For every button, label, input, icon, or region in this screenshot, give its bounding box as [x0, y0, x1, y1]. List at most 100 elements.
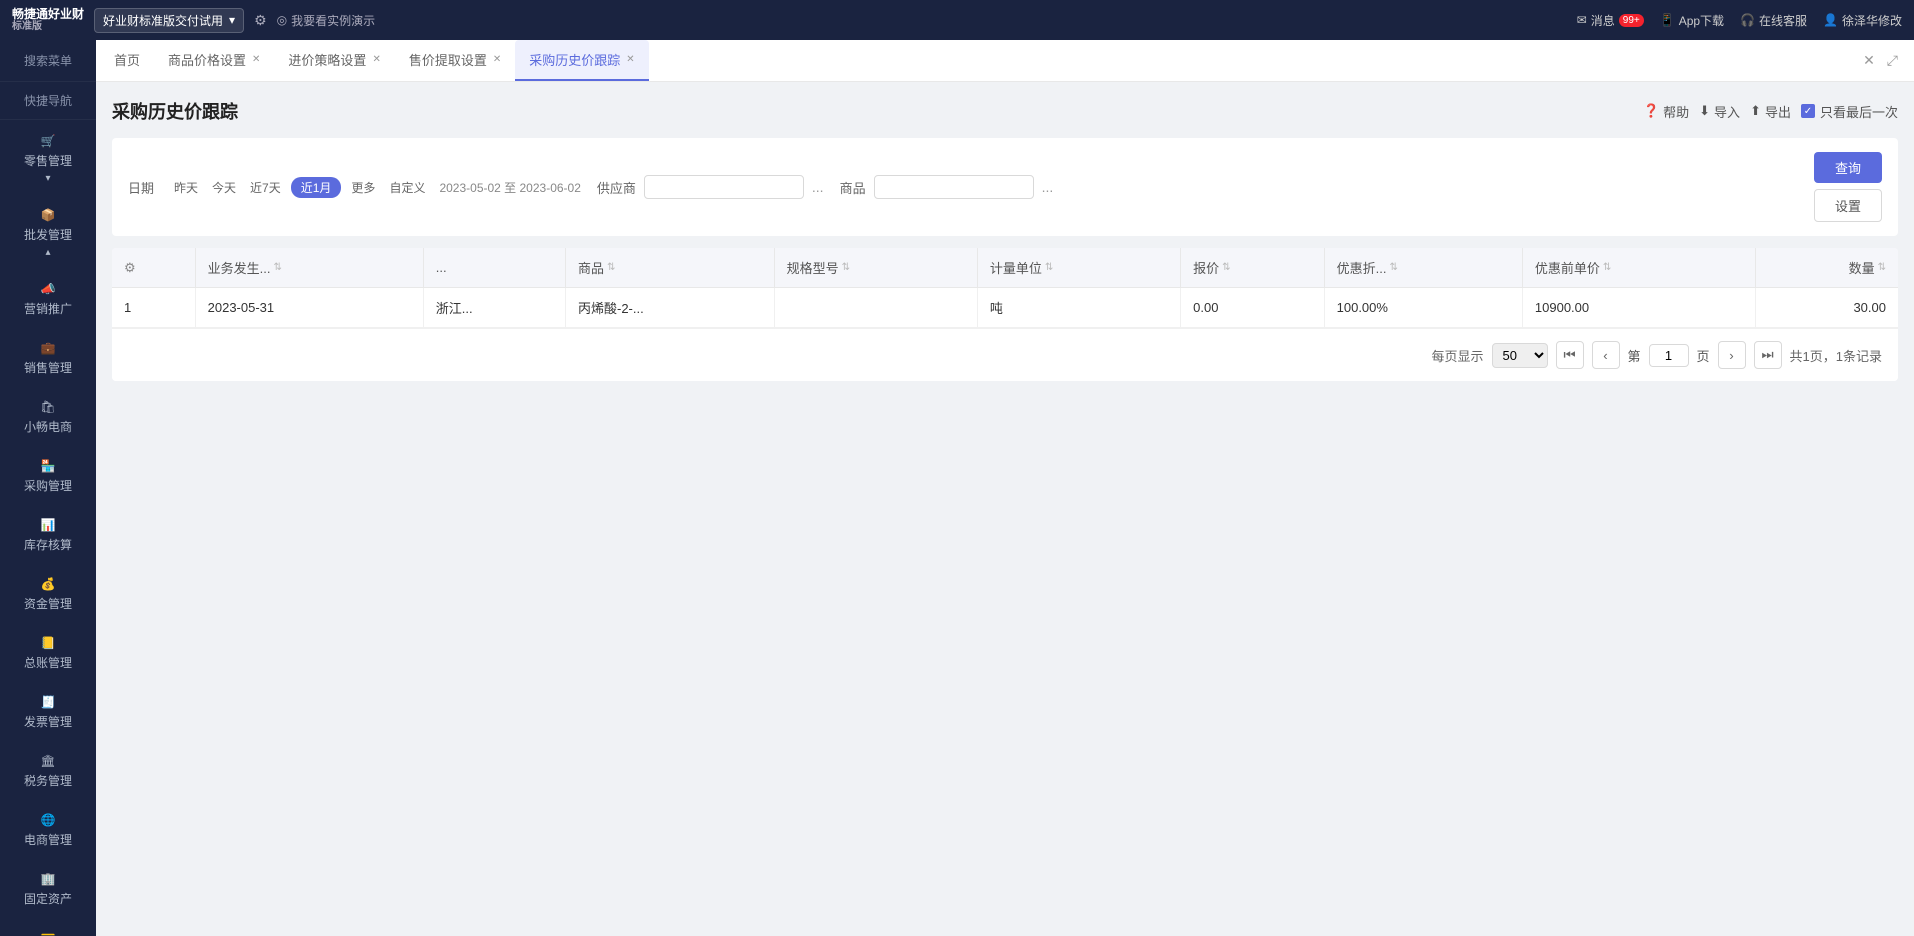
th-qty[interactable]: 数量 ⇅ [1756, 248, 1898, 288]
pag-page-unit: 页 [1697, 346, 1710, 365]
tab-price-extract-close[interactable]: ✕ [493, 54, 501, 65]
import-btn[interactable]: ⬇ 导入 [1699, 102, 1740, 121]
cell-pre-price: 10900.00 [1522, 288, 1755, 328]
tab-purchase-strategy[interactable]: 进价策略设置 ✕ [274, 40, 394, 81]
table-header: ⚙ 业务发生... ⇅ ... [112, 248, 1898, 288]
th-discount[interactable]: 优惠折... ⇅ [1324, 248, 1522, 288]
date-last1m[interactable]: 近1月 [291, 177, 342, 198]
cell-discount: 100.00% [1324, 288, 1522, 328]
page-content: 采购历史价跟踪 ❓ 帮助 ⬇ 导入 ⬆ 导出 [96, 82, 1914, 936]
supplier-input[interactable] [644, 175, 804, 199]
cell-no: 1 [112, 288, 195, 328]
table-wrapper: ⚙ 业务发生... ⇅ ... [112, 248, 1898, 381]
tab-home[interactable]: 首页 [100, 40, 154, 81]
sidebar-item-ecommerce[interactable]: 🌐 电商管理 [0, 799, 96, 858]
tab-expand-btn[interactable]: ⤢ [1883, 48, 1902, 73]
sidebar-item-marketing[interactable]: 📣 营销推广 [0, 268, 96, 327]
pagination: 每页显示 50 100 200 ⏮ ‹ 第 页 › ⏭ 共1页，1条记录 [112, 328, 1898, 381]
date-custom[interactable]: 自定义 [385, 177, 429, 198]
only-last-checkbox[interactable]: 只看最后一次 [1801, 102, 1898, 121]
data-table: ⚙ 业务发生... ⇅ ... [112, 248, 1898, 328]
sidebar-item-retail[interactable]: 🛒 零售管理 ▾ [0, 120, 96, 194]
sidebar-item-sales[interactable]: 💼 销售管理 [0, 327, 96, 386]
date-last7[interactable]: 近7天 [246, 177, 285, 198]
th-unit[interactable]: 计量单位 ⇅ [977, 248, 1180, 288]
th-extra[interactable]: ... [423, 248, 565, 288]
page-actions: ❓ 帮助 ⬇ 导入 ⬆ 导出 只看最后一次 [1643, 102, 1898, 121]
sidebar: 搜索菜单 快捷导航 🛒 零售管理 ▾ 📦 批发管理 ▴ 📣 营销推广 💼 销售管… [0, 40, 96, 936]
th-goods[interactable]: 商品 ⇅ [565, 248, 774, 288]
supplier-more-btn[interactable]: ... [812, 179, 824, 195]
tab-price[interactable]: 商品价格设置 ✕ [154, 40, 274, 81]
sidebar-search[interactable]: 搜索菜单 [0, 40, 96, 82]
settings-button[interactable]: 设置 [1814, 189, 1882, 222]
checkbox-icon [1801, 104, 1815, 118]
th-gear[interactable]: ⚙ [112, 248, 195, 288]
top-bar: 畅捷通好业财 标准版 好业财标准版交付试用 ▾ ⚙ ◎ 我要看实例演示 ✉ 消息… [0, 0, 1914, 40]
help-btn[interactable]: ❓ 帮助 [1643, 102, 1689, 121]
cell-spec [774, 288, 977, 328]
pag-next-btn[interactable]: › [1718, 341, 1746, 369]
filter-actions: 查询 设置 [1814, 152, 1882, 222]
tab-price-extract[interactable]: 售价提取设置 ✕ [395, 40, 515, 81]
supplier-filter: 供应商 ... [597, 175, 824, 199]
goods-input[interactable] [874, 175, 1034, 199]
message-btn[interactable]: ✉ 消息 99+ [1577, 12, 1644, 29]
gear-btn[interactable]: ⚙ [254, 12, 267, 29]
export-btn[interactable]: ⬆ 导出 [1750, 102, 1791, 121]
query-button[interactable]: 查询 [1814, 152, 1882, 183]
filter-bar: 日期 昨天 今天 近7天 近1月 更多 自定义 2023-05-02 至 202… [112, 138, 1898, 236]
pag-prev-btn[interactable]: ‹ [1592, 341, 1620, 369]
tab-bar: 首页 商品价格设置 ✕ 进价策略设置 ✕ 售价提取设置 ✕ 采购历史价跟踪 ✕ … [96, 40, 1914, 82]
date-today[interactable]: 今天 [208, 177, 240, 198]
version-selector[interactable]: 好业财标准版交付试用 ▾ [94, 8, 244, 33]
tab-purchase-history-close[interactable]: ✕ [626, 54, 634, 65]
table-row: 1 2023-05-31 浙江... 丙烯酸-2-... 吨 0.00 100.… [112, 288, 1898, 328]
per-page-select[interactable]: 50 100 200 [1492, 343, 1548, 368]
date-options: 昨天 今天 近7天 近1月 更多 自定义 2023-05-02 至 2023-0… [170, 177, 581, 198]
sidebar-item-fixed-assets[interactable]: 🏢 固定资产 [0, 858, 96, 917]
sidebar-item-wholesale[interactable]: 📦 批发管理 ▴ [0, 194, 96, 268]
th-date[interactable]: 业务发生... ⇅ [195, 248, 423, 288]
cell-qty: 30.00 [1756, 288, 1898, 328]
content-area: 首页 商品价格设置 ✕ 进价策略设置 ✕ 售价提取设置 ✕ 采购历史价跟踪 ✕ … [96, 40, 1914, 936]
cell-date: 2023-05-31 [195, 288, 423, 328]
supplier-label: 供应商 [597, 178, 636, 197]
goods-more-btn[interactable]: ... [1042, 179, 1054, 195]
table-header-row: ⚙ 业务发生... ⇅ ... [112, 248, 1898, 288]
th-spec[interactable]: 规格型号 ⇅ [774, 248, 977, 288]
pag-page-input[interactable] [1649, 344, 1689, 367]
sidebar-item-payroll[interactable]: 💳 工资 [0, 917, 96, 936]
app-download-btn[interactable]: 📱 App下载 [1660, 12, 1724, 29]
tab-purchase-strategy-close[interactable]: ✕ [372, 54, 380, 65]
sidebar-item-purchase[interactable]: 🏪 采购管理 [0, 445, 96, 504]
th-pre-price[interactable]: 优惠前单价 ⇅ [1522, 248, 1755, 288]
date-more[interactable]: 更多 [347, 177, 379, 198]
user-btn[interactable]: 👤 徐泽华修改 [1823, 12, 1902, 29]
pag-total: 共1页，1条记录 [1790, 346, 1882, 365]
online-service-btn[interactable]: 🎧 在线客服 [1740, 12, 1807, 29]
page-header: 采购历史价跟踪 ❓ 帮助 ⬇ 导入 ⬆ 导出 [112, 98, 1898, 124]
date-label: 日期 [128, 178, 154, 197]
th-price[interactable]: 报价 ⇅ [1181, 248, 1324, 288]
table-body: 1 2023-05-31 浙江... 丙烯酸-2-... 吨 0.00 100.… [112, 288, 1898, 328]
cell-unit: 吨 [977, 288, 1180, 328]
tab-purchase-history[interactable]: 采购历史价跟踪 ✕ [515, 40, 648, 81]
date-yesterday[interactable]: 昨天 [170, 177, 202, 198]
sidebar-item-ecommerce-small[interactable]: 🛍 小畅电商 [0, 386, 96, 445]
sidebar-quick-nav[interactable]: 快捷导航 [0, 82, 96, 120]
tab-close-all-btn[interactable]: ✕ [1859, 48, 1879, 73]
page-title: 采购历史价跟踪 [112, 98, 238, 124]
goods-label: 商品 [840, 178, 866, 197]
sidebar-item-accounting[interactable]: 📒 总账管理 [0, 622, 96, 681]
pag-first-btn[interactable]: ⏮ [1556, 341, 1584, 369]
sidebar-item-inventory[interactable]: 📊 库存核算 [0, 504, 96, 563]
demo-btn[interactable]: ◎ 我要看实例演示 [277, 12, 376, 29]
pag-last-btn[interactable]: ⏭ [1754, 341, 1782, 369]
sidebar-item-invoice[interactable]: 🧾 发票管理 [0, 681, 96, 740]
tab-price-close[interactable]: ✕ [252, 54, 260, 65]
per-page-label: 每页显示 [1431, 346, 1483, 365]
sidebar-item-tax[interactable]: 🏛 税务管理 [0, 740, 96, 799]
filter-row: 日期 昨天 今天 近7天 近1月 更多 自定义 2023-05-02 至 202… [128, 152, 1882, 222]
sidebar-item-finance[interactable]: 💰 资金管理 [0, 563, 96, 622]
